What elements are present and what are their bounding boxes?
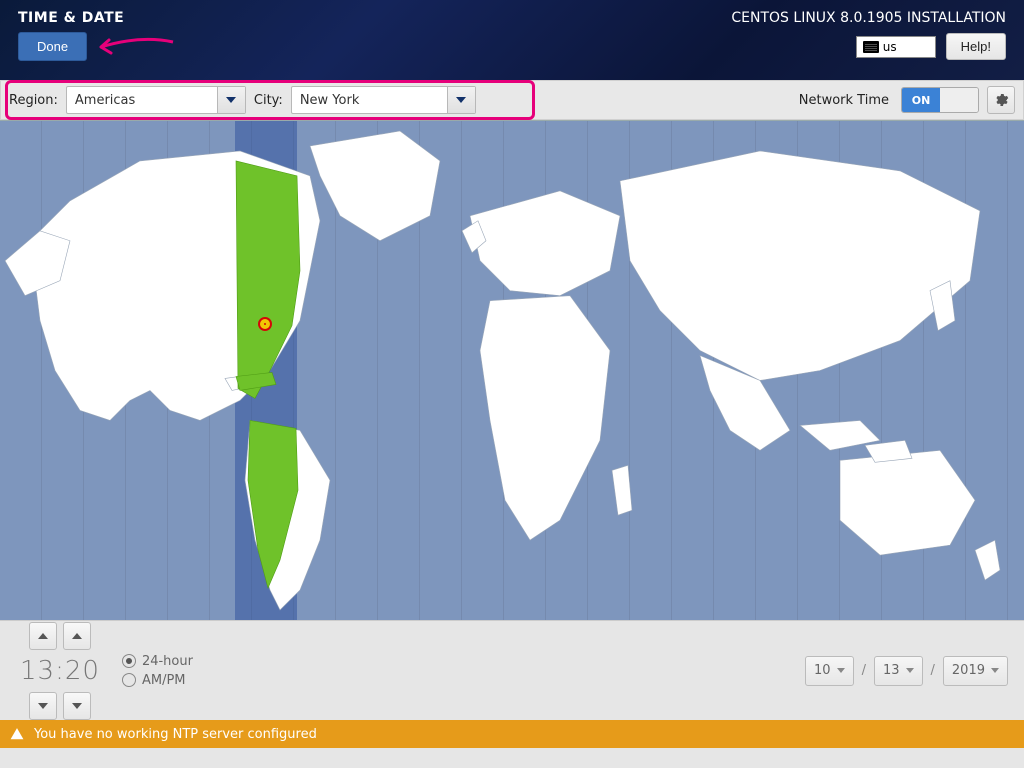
done-button[interactable]: Done: [18, 32, 87, 61]
radio-icon: [122, 673, 136, 687]
hour-up-button[interactable]: [29, 622, 57, 650]
year-combo[interactable]: 2019: [943, 656, 1008, 686]
status-message: You have no working NTP server configure…: [34, 727, 317, 742]
toggle-off-half: [940, 88, 978, 112]
day-combo[interactable]: 13: [874, 656, 923, 686]
gear-icon: [993, 92, 1009, 108]
date-sep: /: [862, 663, 866, 678]
radio-icon: [122, 654, 136, 668]
city-label: City:: [254, 93, 283, 108]
location-pin-icon: [258, 317, 272, 331]
chevron-down-icon: [456, 97, 466, 103]
region-value: Americas: [67, 93, 217, 108]
chevron-down-icon: [38, 703, 48, 709]
chevron-up-icon: [38, 633, 48, 639]
keyboard-icon: [863, 41, 879, 53]
region-dropdown-button[interactable]: [217, 87, 245, 113]
warning-icon: [10, 727, 24, 741]
keyboard-indicator[interactable]: us: [856, 36, 936, 58]
chevron-down-icon: [991, 668, 999, 673]
keyboard-layout-label: us: [883, 40, 897, 54]
chevron-down-icon: [226, 97, 236, 103]
city-dropdown-button[interactable]: [447, 87, 475, 113]
toggle-on-label: ON: [902, 88, 940, 112]
month-combo[interactable]: 10: [805, 656, 854, 686]
chevron-down-icon: [906, 668, 914, 673]
network-time-toggle[interactable]: ON: [901, 87, 979, 113]
time-display: 13:20: [16, 654, 104, 688]
format-ampm-radio[interactable]: AM/PM: [122, 673, 193, 688]
time-format-group: 24-hour AM/PM: [122, 654, 193, 688]
annotation-arrow: [95, 37, 175, 57]
month-value: 10: [814, 663, 831, 678]
minute-up-button[interactable]: [63, 622, 91, 650]
network-time-settings-button[interactable]: [987, 86, 1015, 114]
time-date-panel: 13:20 24-hour AM/PM 10 / 13 / 2019: [0, 620, 1024, 720]
network-time-label: Network Time: [799, 93, 889, 108]
minute-value: 20: [65, 656, 100, 686]
format-24hour-radio[interactable]: 24-hour: [122, 654, 193, 669]
world-map-svg: [0, 121, 1024, 620]
format-ampm-label: AM/PM: [142, 673, 186, 688]
chevron-up-icon: [72, 633, 82, 639]
region-label: Region:: [9, 93, 58, 108]
hour-down-button[interactable]: [29, 692, 57, 720]
chevron-down-icon: [837, 668, 845, 673]
status-bar: You have no working NTP server configure…: [0, 720, 1024, 748]
help-button[interactable]: Help!: [946, 33, 1006, 60]
installer-title: CENTOS LINUX 8.0.1905 INSTALLATION: [731, 10, 1006, 26]
day-value: 13: [883, 663, 900, 678]
city-combo[interactable]: New York: [291, 86, 476, 114]
chevron-down-icon: [72, 703, 82, 709]
page-title: TIME & DATE: [18, 10, 124, 26]
hour-value: 13: [20, 656, 55, 686]
format-24hour-label: 24-hour: [142, 654, 193, 669]
minute-down-button[interactable]: [63, 692, 91, 720]
year-value: 2019: [952, 663, 985, 678]
region-combo[interactable]: Americas: [66, 86, 246, 114]
timezone-map[interactable]: [0, 120, 1024, 620]
city-value: New York: [292, 93, 447, 108]
region-city-toolbar: Region: Americas City: New York Network …: [0, 80, 1024, 120]
header-bar: TIME & DATE CENTOS LINUX 8.0.1905 INSTAL…: [0, 0, 1024, 80]
date-sep: /: [931, 663, 935, 678]
